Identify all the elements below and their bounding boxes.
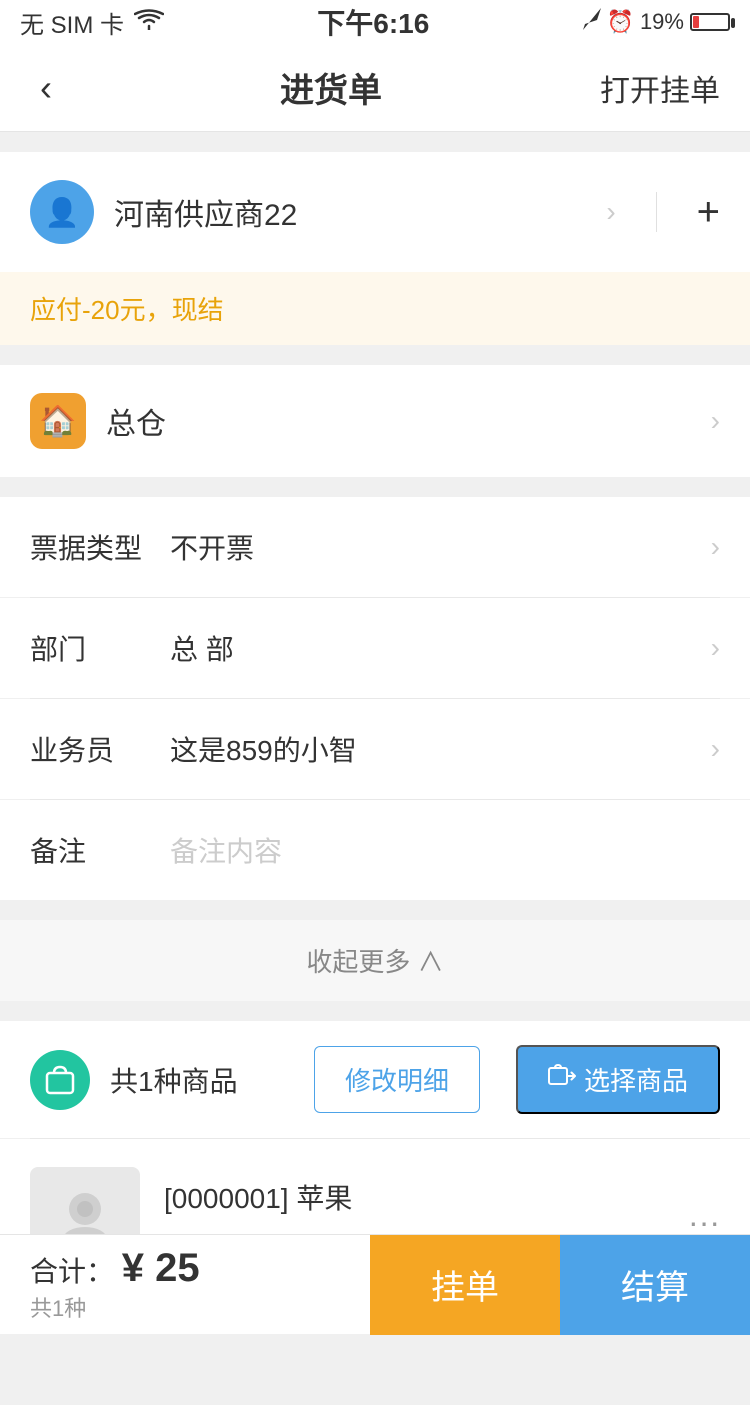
warehouse-name: 总仓 — [106, 399, 691, 443]
add-supplier-button[interactable]: + — [697, 190, 720, 235]
status-right: ⏰ 19% — [583, 8, 730, 36]
dept-chevron-icon: › — [711, 632, 720, 664]
vertical-divider — [656, 192, 657, 232]
total-label: 合计： — [30, 1256, 114, 1287]
total-section: 合计： ¥ 25 共1种 — [0, 1246, 370, 1323]
battery-icon — [690, 13, 730, 31]
nav-bar: ‹ 进货单 打开挂单 — [0, 44, 750, 132]
collapse-toggle[interactable]: 收起更多 ∧ — [0, 920, 750, 1001]
warehouse-chevron-icon: › — [711, 405, 720, 437]
checkout-button[interactable]: 结算 — [560, 1235, 750, 1335]
invoice-value: 不开票 — [170, 527, 711, 567]
supplier-name: 河南供应商22 — [114, 190, 586, 234]
wifi-icon — [134, 8, 164, 37]
supplier-chevron-icon: › — [606, 196, 615, 228]
product-name: [0000001] 苹果 — [164, 1177, 664, 1217]
alarm-icon: ⏰ — [607, 9, 634, 35]
status-bar: 无 SIM 卡 下午6:16 ⏰ 19% — [0, 0, 750, 44]
sales-label: 业务员 — [30, 729, 170, 769]
battery-percent: 19% — [640, 9, 684, 35]
status-left: 无 SIM 卡 — [20, 5, 164, 40]
modify-detail-button[interactable]: 修改明细 — [314, 1046, 480, 1113]
sales-chevron-icon: › — [711, 733, 720, 765]
dept-row[interactable]: 部门 总 部 › — [0, 598, 750, 698]
section-gap-4 — [0, 900, 750, 920]
invoice-row[interactable]: 票据类型 不开票 › — [0, 497, 750, 597]
back-button[interactable]: ‹ — [30, 57, 62, 119]
carrier-text: 无 SIM 卡 — [20, 5, 124, 40]
select-product-label: 选择商品 — [584, 1061, 688, 1098]
total-row: 合计： ¥ 25 — [30, 1246, 340, 1291]
checkout-label: 结算 — [621, 1260, 689, 1309]
section-gap-1 — [0, 132, 750, 152]
hang-label: 挂单 — [431, 1260, 499, 1309]
notice-banner: 应付-20元，现结 — [0, 272, 750, 345]
open-hang-button[interactable]: 打开挂单 — [600, 66, 720, 110]
select-product-icon — [548, 1064, 576, 1095]
warehouse-row[interactable]: 🏠 总仓 › — [0, 365, 750, 477]
section-gap-3 — [0, 477, 750, 497]
dept-label: 部门 — [30, 628, 170, 668]
supplier-avatar: 👤 — [30, 180, 94, 244]
hang-button[interactable]: 挂单 — [370, 1235, 560, 1335]
select-product-button[interactable]: 选择商品 — [516, 1045, 720, 1114]
remark-label: 备注 — [30, 830, 170, 870]
invoice-chevron-icon: › — [711, 531, 720, 563]
section-gap-5 — [0, 1001, 750, 1021]
section-gap-2 — [0, 345, 750, 365]
status-time: 下午6:16 — [317, 2, 429, 42]
page-title: 进货单 — [280, 63, 382, 112]
invoice-label: 票据类型 — [30, 527, 170, 567]
remark-input[interactable]: 备注内容 — [170, 830, 720, 870]
avatar-icon: 👤 — [45, 196, 80, 229]
sales-row[interactable]: 业务员 这是859的小智 › — [0, 699, 750, 799]
dept-value: 总 部 — [170, 628, 711, 668]
warehouse-icon: 🏠 — [30, 393, 86, 449]
products-count: 共1种商品 — [110, 1060, 294, 1100]
bottom-bar: 合计： ¥ 25 共1种 挂单 结算 — [0, 1234, 750, 1334]
remark-row[interactable]: 备注 备注内容 — [0, 800, 750, 900]
sales-value: 这是859的小智 — [170, 729, 711, 769]
supplier-section[interactable]: 👤 河南供应商22 › + — [0, 152, 750, 272]
products-header: 共1种商品 修改明细 选择商品 — [0, 1021, 750, 1138]
total-amount: ¥ 25 — [122, 1246, 200, 1290]
products-icon — [30, 1050, 90, 1110]
location-icon — [583, 8, 601, 36]
total-count: 共1种 — [30, 1291, 340, 1323]
